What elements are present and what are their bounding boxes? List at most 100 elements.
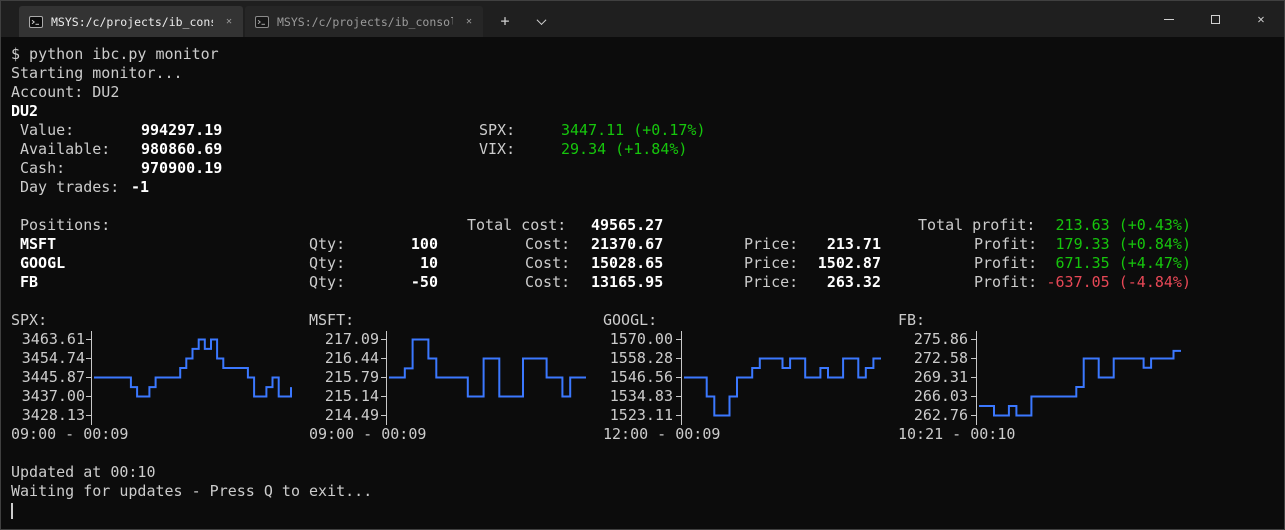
close-button[interactable]: ✕	[1238, 1, 1284, 37]
cash-label: Cash:	[20, 159, 66, 177]
y-tick-label: 216.44	[324, 349, 379, 367]
cost-label: Cost:	[525, 235, 571, 253]
maximize-button[interactable]	[1192, 1, 1238, 37]
status-line: Starting monitor...	[11, 64, 183, 82]
y-tick-label: 3428.13	[21, 406, 85, 424]
position-symbol: GOOGL	[20, 254, 66, 272]
price-value: 1502.87	[817, 254, 881, 272]
chevron-down-icon	[536, 14, 546, 25]
chart-line-googl	[684, 357, 881, 417]
terminal-icon	[255, 15, 269, 28]
terminal-content[interactable]: $ python ibc.py monitor Starting monitor…	[1, 37, 1284, 529]
chart-title: GOOGL:	[603, 311, 658, 329]
day-trades-label: Day trades:	[20, 178, 120, 196]
spx-label: SPX:	[479, 121, 516, 139]
terminal-window: MSYS:/c/projects/ib_console ✕ MSYS:/c/pr…	[0, 0, 1285, 530]
chart-googl: GOOGL: 1570.00 1558.28 1546.56 1534.83 1…	[603, 311, 883, 444]
y-tick-label: 3454.74	[21, 349, 85, 367]
total-cost-label: Total cost:	[467, 216, 567, 234]
y-tick-label: 3445.87	[21, 368, 85, 386]
y-tick-label: 214.49	[324, 406, 379, 424]
value-amount: 994297.19	[141, 121, 223, 139]
chart-spx: SPX: 3463.61 3454.74 3445.87 3437.00 342…	[11, 311, 293, 444]
total-profit-value: 213.63 (+0.43%)	[1055, 216, 1191, 234]
y-tick-label: 266.03	[913, 387, 968, 405]
y-tick-label: 1546.56	[609, 368, 673, 386]
value-label: Value:	[20, 121, 75, 139]
new-tab-button[interactable]: +	[491, 8, 519, 34]
tab-close-icon[interactable]: ✕	[221, 14, 237, 29]
tab-close-icon[interactable]: ✕	[461, 14, 477, 29]
vix-label: VIX:	[479, 140, 516, 158]
chart-line-fb	[979, 349, 1181, 417]
y-tick-label: 275.86	[913, 330, 968, 348]
qty-label: Qty:	[309, 254, 346, 272]
position-symbol: FB	[20, 273, 39, 291]
tab-title: MSYS:/c/projects/ib_console	[277, 14, 453, 29]
price-value: 213.71	[826, 235, 881, 253]
qty-value: -50	[410, 273, 438, 291]
titlebar[interactable]: MSYS:/c/projects/ib_console ✕ MSYS:/c/pr…	[1, 1, 1284, 37]
minimize-button[interactable]	[1146, 1, 1192, 37]
position-symbol: MSFT	[20, 235, 57, 253]
total-profit-label: Total profit:	[918, 216, 1036, 234]
terminal-icon	[29, 15, 43, 28]
tab-dropdown-button[interactable]	[527, 8, 555, 34]
vix-value: 29.34 (+1.84%)	[561, 140, 688, 158]
price-label: Price:	[744, 273, 799, 291]
y-tick-label: 1523.11	[609, 406, 673, 424]
waiting-line: Waiting for updates - Press Q to exit...	[11, 482, 373, 500]
chart-line-spx	[94, 338, 292, 398]
tab-2[interactable]: MSYS:/c/projects/ib_console ✕	[245, 6, 483, 37]
qty-value: 10	[419, 254, 438, 272]
spx-value: 3447.11 (+0.17%)	[561, 121, 706, 139]
account-line: Account: DU2	[11, 83, 120, 101]
y-tick-label: 262.76	[913, 406, 968, 424]
y-tick-label: 215.14	[324, 387, 379, 405]
profit-value: 671.35 (+4.47%)	[1055, 254, 1191, 272]
price-value: 263.32	[826, 273, 881, 291]
cost-value: 21370.67	[591, 235, 664, 253]
chart-title: SPX:	[11, 311, 48, 329]
command-line: $ python ibc.py monitor	[11, 45, 219, 63]
qty-value: 100	[410, 235, 438, 253]
chart-msft: MSFT: 217.09 216.44 215.79 215.14 214.49…	[309, 311, 588, 444]
total-cost-value: 49565.27	[591, 216, 664, 234]
available-amount: 980860.69	[141, 140, 223, 158]
chart-fb: FB: 275.86 272.58 269.31 266.03 262.76 1…	[898, 311, 1183, 444]
plus-icon: +	[500, 12, 510, 30]
terminal-cursor	[11, 503, 13, 519]
profit-value: 179.33 (+0.84%)	[1055, 235, 1191, 253]
chart-title: FB:	[898, 311, 926, 329]
account-name: DU2	[11, 102, 39, 120]
x-axis-label: 10:21 - 00:10	[898, 425, 1016, 443]
y-tick-label: 1534.83	[609, 387, 673, 405]
y-tick-label: 272.58	[913, 349, 968, 367]
qty-label: Qty:	[309, 273, 346, 291]
y-tick-label: 217.09	[324, 330, 379, 348]
cost-value: 13165.95	[591, 273, 664, 291]
available-label: Available:	[20, 140, 111, 158]
y-tick-label: 215.79	[324, 368, 379, 386]
tab-1[interactable]: MSYS:/c/projects/ib_console ✕	[19, 6, 243, 37]
x-axis-label: 09:00 - 00:09	[11, 425, 129, 443]
qty-label: Qty:	[309, 235, 346, 253]
x-axis-label: 09:00 - 00:09	[309, 425, 427, 443]
cash-amount: 970900.19	[141, 159, 223, 177]
y-tick-label: 1570.00	[609, 330, 673, 348]
price-label: Price:	[744, 235, 799, 253]
y-tick-label: 269.31	[913, 368, 968, 386]
positions-header: Positions:	[20, 216, 111, 234]
price-label: Price:	[744, 254, 799, 272]
maximize-icon	[1210, 14, 1220, 24]
y-tick-label: 1558.28	[609, 349, 673, 367]
chart-line-msft	[389, 338, 586, 398]
y-tick-label: 3463.61	[21, 330, 85, 348]
updated-line: Updated at 00:10	[11, 463, 156, 481]
minimize-icon	[1164, 18, 1174, 20]
y-tick-label: 3437.00	[21, 387, 85, 405]
chart-title: MSFT:	[309, 311, 355, 329]
cost-value: 15028.65	[591, 254, 664, 272]
cost-label: Cost:	[525, 273, 571, 291]
day-trades-value: -1	[131, 178, 150, 196]
